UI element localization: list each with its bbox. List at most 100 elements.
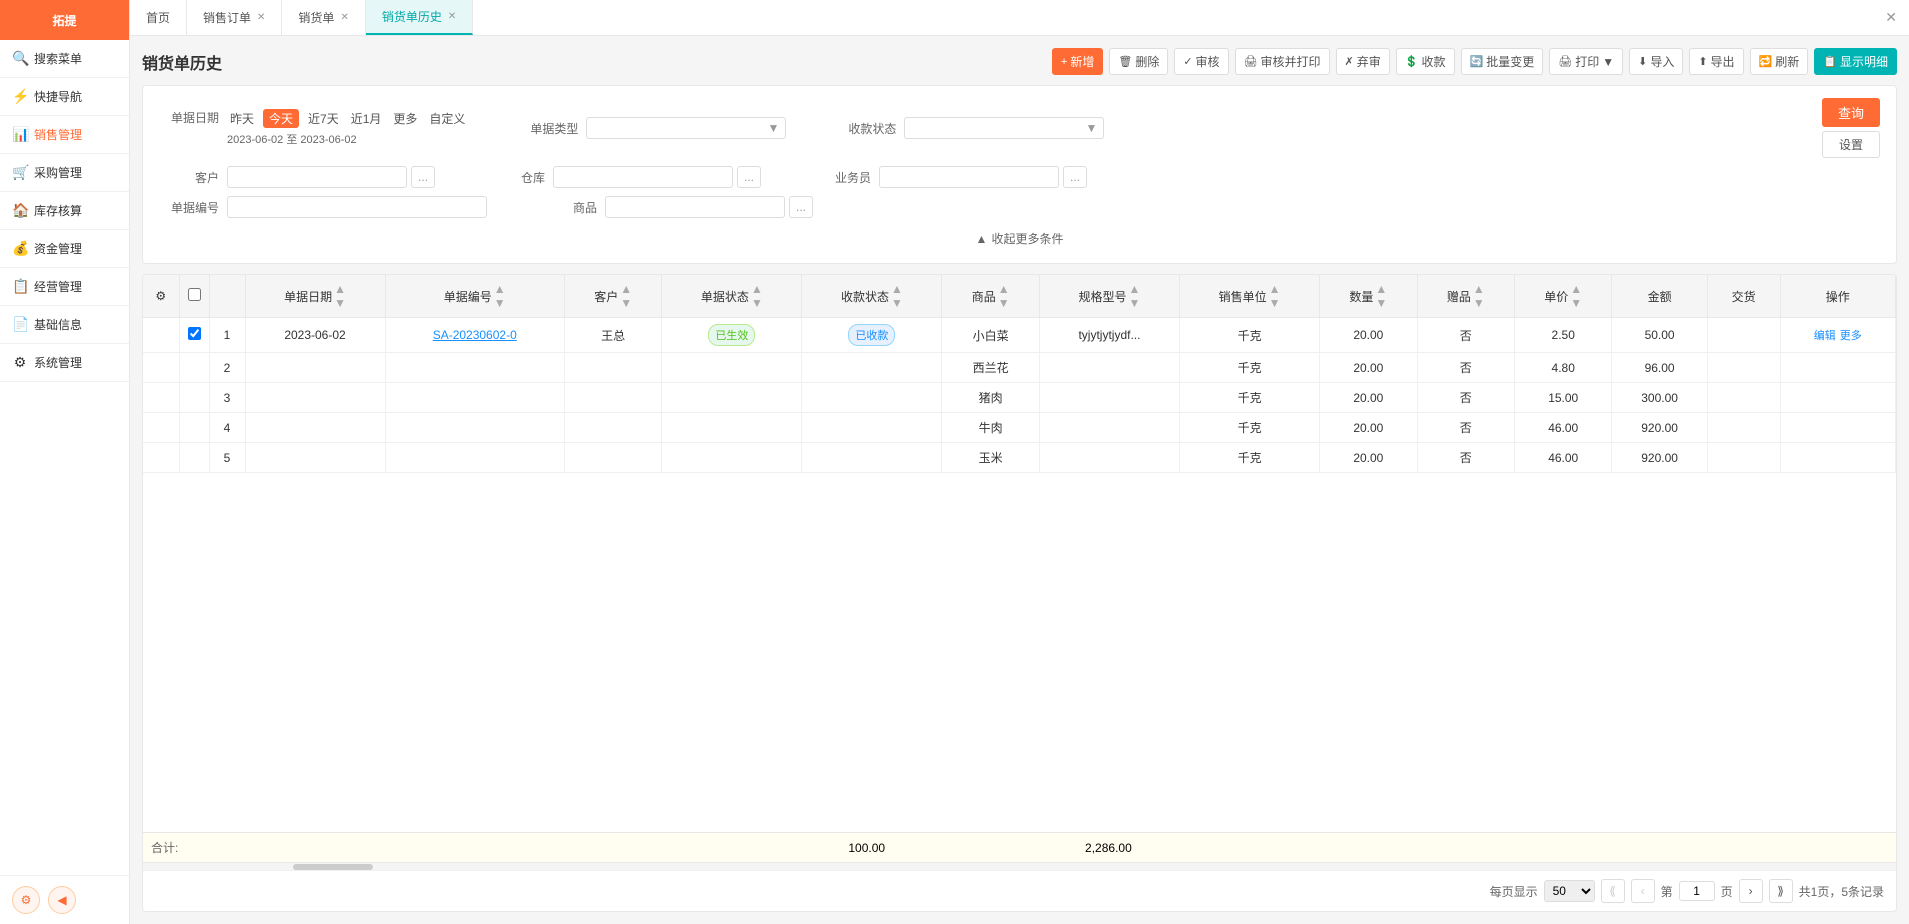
td-idx: 1	[209, 318, 245, 353]
sidebar-item-sales-mgmt[interactable]: 📊 销售管理	[0, 116, 129, 154]
select-all-checkbox[interactable]	[188, 288, 201, 301]
page-prev-btn[interactable]: ‹	[1631, 879, 1655, 903]
doc-number-input[interactable]	[227, 196, 487, 218]
collect-badge: 已收款	[848, 324, 895, 346]
td-customer	[564, 353, 661, 383]
th-customer[interactable]: 客户▲▼	[564, 275, 661, 318]
td-checkbox[interactable]	[179, 443, 209, 473]
refresh-button[interactable]: 🔁 刷新	[1750, 48, 1809, 75]
doc-type-label: 单据类型	[518, 120, 578, 137]
warehouse-input[interactable]	[553, 166, 733, 188]
sidebar-settings-btn[interactable]: ⚙	[12, 886, 40, 914]
product-input[interactable]	[605, 196, 785, 218]
product-input-group: ...	[605, 196, 813, 218]
batch-change-icon: 🔄	[1470, 55, 1484, 68]
sidebar-collapse-btn[interactable]: ◀	[48, 886, 76, 914]
td-collect-status: 已收款	[802, 318, 942, 353]
print-button[interactable]: 🖨 打印 ▼	[1549, 48, 1623, 75]
th-gift[interactable]: 赠品▲▼	[1417, 275, 1514, 318]
th-doc-no[interactable]: 单据编号▲▼	[385, 275, 564, 318]
sidebar-item-system[interactable]: ⚙ 系统管理	[0, 344, 129, 382]
collect-button[interactable]: 💲 收款	[1396, 48, 1455, 75]
abandon-icon: ✗	[1345, 55, 1354, 68]
tab-sales-delivery[interactable]: 销货单 ✕	[282, 0, 365, 35]
th-doc-status[interactable]: 单据状态▲▼	[662, 275, 802, 318]
inventory-icon: 🏠	[12, 202, 28, 219]
horizontal-scrollbar[interactable]	[143, 862, 1896, 870]
shortcut-today[interactable]: 今天	[263, 109, 299, 128]
page-input[interactable]	[1679, 881, 1715, 901]
import-button[interactable]: ⬇ 导入	[1629, 48, 1683, 75]
abandon-button[interactable]: ✗ 弃审	[1336, 48, 1390, 75]
td-checkbox[interactable]	[179, 318, 209, 353]
th-collect-status[interactable]: 收款状态▲▼	[802, 275, 942, 318]
tab-sales-order[interactable]: 销售订单 ✕	[187, 0, 282, 35]
td-customer	[564, 383, 661, 413]
delete-icon: 🗑	[1118, 55, 1132, 68]
batch-change-button[interactable]: 🔄 批量变更	[1461, 48, 1544, 75]
row-checkbox[interactable]	[188, 327, 201, 340]
shortcut-custom[interactable]: 自定义	[426, 109, 468, 128]
tab-home[interactable]: 首页	[130, 0, 187, 35]
tabs-close-all[interactable]: ✕	[1873, 9, 1909, 26]
sidebar-item-finance[interactable]: 💰 资金管理	[0, 230, 129, 268]
filter-settings-button[interactable]: 设置	[1822, 131, 1880, 158]
td-idx: 3	[209, 383, 245, 413]
th-checkbox[interactable]	[179, 275, 209, 318]
shortcut-7days[interactable]: 近7天	[305, 109, 342, 128]
td-checkbox[interactable]	[179, 353, 209, 383]
audit-print-button[interactable]: 🖨 审核并打印	[1235, 48, 1330, 75]
sidebar-item-operations[interactable]: 📋 经营管理	[0, 268, 129, 306]
show-detail-button[interactable]: 📋 显示明细	[1814, 48, 1897, 75]
tab-close-sales-history[interactable]: ✕	[448, 11, 456, 22]
shortcut-1month[interactable]: 近1月	[348, 109, 385, 128]
td-checkbox[interactable]	[179, 413, 209, 443]
customer-ellipsis-btn[interactable]: ...	[411, 166, 435, 188]
shortcut-yesterday[interactable]: 昨天	[227, 109, 257, 128]
th-qty[interactable]: 数量▲▼	[1320, 275, 1417, 318]
page-last-btn[interactable]: ⟫	[1769, 879, 1793, 903]
sidebar-item-purchase-mgmt[interactable]: 🛒 采购管理	[0, 154, 129, 192]
collection-status-select[interactable]: ▼	[904, 117, 1104, 139]
table-wrapper: ⚙ 单据日期▲▼ 单据编号▲▼	[142, 274, 1897, 912]
audit-button[interactable]: ✓ 审核	[1174, 48, 1228, 75]
sidebar-item-inventory[interactable]: 🏠 库存核算	[0, 192, 129, 230]
th-spec[interactable]: 规格型号▲▼	[1039, 275, 1179, 318]
th-settings[interactable]: ⚙	[143, 275, 179, 318]
sidebar-item-quick-nav[interactable]: ⚡ 快捷导航	[0, 78, 129, 116]
th-unit[interactable]: 销售单位▲▼	[1180, 275, 1320, 318]
table-scroll[interactable]: ⚙ 单据日期▲▼ 单据编号▲▼	[143, 275, 1896, 832]
op-btn-0[interactable]: 编辑	[1814, 327, 1836, 343]
td-settings	[143, 383, 179, 413]
salesperson-input[interactable]	[879, 166, 1059, 188]
basic-info-icon: 📄	[12, 316, 28, 333]
td-checkbox[interactable]	[179, 383, 209, 413]
product-ellipsis-btn[interactable]: ...	[789, 196, 813, 218]
salesperson-ellipsis-btn[interactable]: ...	[1063, 166, 1087, 188]
query-button[interactable]: 查询	[1822, 98, 1880, 127]
doc-type-select[interactable]: ▼	[586, 117, 786, 139]
th-price[interactable]: 单价▲▼	[1515, 275, 1612, 318]
data-table: ⚙ 单据日期▲▼ 单据编号▲▼	[143, 275, 1896, 473]
sidebar-item-basic-info[interactable]: 📄 基础信息	[0, 306, 129, 344]
tab-close-sales-delivery[interactable]: ✕	[340, 12, 348, 23]
export-button[interactable]: ⬆ 导出	[1689, 48, 1743, 75]
page-first-btn[interactable]: ⟪	[1601, 879, 1625, 903]
collapse-filter-btn[interactable]: ▲ 收起更多条件	[159, 226, 1880, 251]
delete-button[interactable]: 🗑 删除	[1109, 48, 1168, 75]
finance-icon: 💰	[12, 240, 28, 257]
sidebar-item-search-menu[interactable]: 🔍 搜索菜单	[0, 40, 129, 78]
th-doc-date[interactable]: 单据日期▲▼	[245, 275, 385, 318]
op-btn-1[interactable]: 更多	[1840, 327, 1862, 343]
shortcut-more[interactable]: 更多	[390, 109, 420, 128]
page-next-btn[interactable]: ›	[1739, 879, 1763, 903]
per-page-select[interactable]: 20 50 100 200	[1544, 880, 1595, 902]
tab-sales-history[interactable]: 销货单历史 ✕	[366, 0, 473, 35]
new-button[interactable]: + 新增	[1052, 48, 1103, 75]
tab-close-sales-order[interactable]: ✕	[257, 12, 265, 23]
customer-input[interactable]	[227, 166, 407, 188]
th-product[interactable]: 商品▲▼	[942, 275, 1039, 318]
td-doc-no[interactable]: SA-20230602-0	[385, 318, 564, 353]
warehouse-ellipsis-btn[interactable]: ...	[737, 166, 761, 188]
doc-no-link[interactable]: SA-20230602-0	[433, 328, 517, 342]
